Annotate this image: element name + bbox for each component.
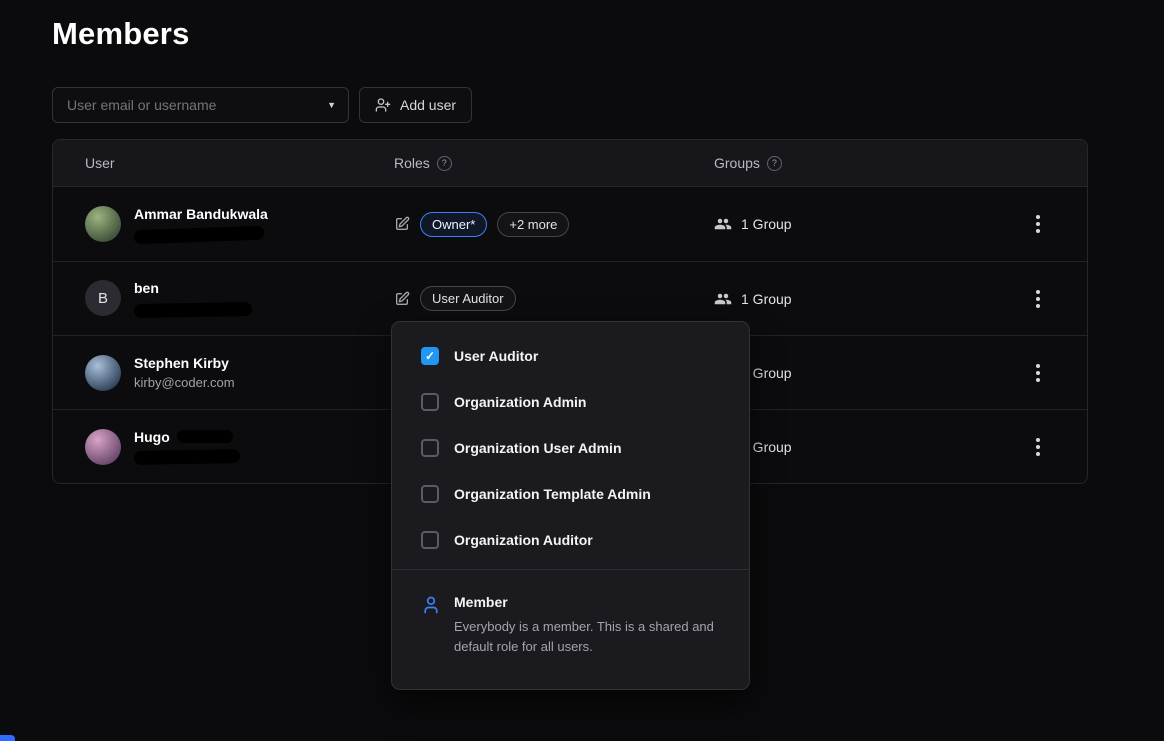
groups-cell: 1 Group [714,364,1007,382]
groups-cell: 1 Group [714,438,1007,456]
user-filter-combobox[interactable]: ▼ [52,87,349,123]
role-options-list: User Auditor Organization Admin Organiza… [392,322,749,569]
role-option-label: Organization Template Admin [454,486,651,502]
kebab-menu-button[interactable] [1022,431,1054,463]
page-title: Members [52,16,190,51]
member-title: Member [454,594,508,610]
avatar [85,354,121,391]
role-option[interactable]: Organization Admin [392,379,749,425]
groups-count: 1 Group [741,290,792,307]
actions-cell [1007,283,1087,315]
help-icon[interactable] [766,155,782,171]
user-name: Hugo [134,428,170,445]
role-option[interactable]: Organization User Admin [392,425,749,471]
roles-popover: User Auditor Organization Admin Organiza… [391,321,750,690]
toolbar: ▼ Add user [52,87,473,123]
checkbox-icon[interactable] [421,439,439,457]
redacted-email [133,301,253,318]
user-cell: B ben [53,280,394,318]
groups-icon [714,215,732,233]
kebab-menu-button[interactable] [1022,283,1054,315]
help-icon[interactable] [436,155,452,171]
add-user-label: Add user [400,97,457,113]
actions-cell [1007,431,1087,463]
groups-cell: 1 Group [714,290,1007,308]
role-option-label: User Auditor [454,348,539,364]
checkbox-checked-icon[interactable] [421,347,439,365]
kebab-menu-button[interactable] [1022,208,1054,240]
redacted-email [133,226,265,245]
kebab-menu-button[interactable] [1022,357,1054,389]
user-cell: Hugo [53,428,394,466]
redacted-name [176,430,233,444]
user-filter-input[interactable] [65,96,320,114]
checkbox-icon[interactable] [421,485,439,503]
edit-roles-button[interactable] [394,291,410,307]
avatar: B [85,280,121,317]
member-description: Everybody is a member. This is a shared … [454,619,714,655]
role-option[interactable]: Organization Template Admin [392,471,749,517]
column-header-roles: Roles [394,155,714,171]
edit-roles-button[interactable] [394,216,410,232]
roles-cell: Owner* +2 more [394,211,714,237]
user-name: Ammar Bandukwala [134,205,268,222]
avatar [85,428,121,465]
column-header-groups: Groups [714,155,1007,171]
add-user-button[interactable]: Add user [359,87,473,123]
user-cell: Stephen Kirby kirby@coder.com [53,354,394,391]
user-cell: Ammar Bandukwala [53,205,394,245]
member-icon [421,595,441,657]
role-pill: User Auditor [420,286,516,311]
role-option[interactable]: User Auditor [392,333,749,379]
column-header-user-label: User [85,155,115,171]
avatar [85,205,121,242]
groups-icon [714,290,732,308]
groups-cell: 1 Group [714,215,1007,233]
table-header-row: User Roles Groups [53,140,1087,187]
redacted-email [133,449,241,466]
member-role-info: Member Everybody is a member. This is a … [392,570,749,657]
more-roles-pill[interactable]: +2 more [497,211,570,237]
column-header-roles-label: Roles [394,155,430,171]
roles-cell: User Auditor [394,286,714,311]
role-option-label: Organization Admin [454,394,587,410]
table-row: Ammar Bandukwala Owner* +2 more 1 Group [53,187,1087,261]
role-pill: Owner* [420,211,488,237]
role-option[interactable]: Organization Auditor [392,517,749,563]
user-name: ben [134,280,159,297]
actions-cell [1007,357,1087,389]
column-header-user: User [53,155,394,171]
actions-cell [1007,208,1087,240]
column-header-groups-label: Groups [714,155,760,171]
user-plus-icon [375,97,391,113]
role-option-label: Organization Auditor [454,532,593,548]
chevron-down-icon: ▼ [327,100,336,110]
checkbox-icon[interactable] [421,393,439,411]
user-name: Stephen Kirby [134,354,229,371]
groups-count: 1 Group [741,216,792,232]
dev-badge[interactable] [0,735,15,741]
role-option-label: Organization User Admin [454,440,622,456]
checkbox-icon[interactable] [421,531,439,549]
user-email: kirby@coder.com [134,375,235,391]
